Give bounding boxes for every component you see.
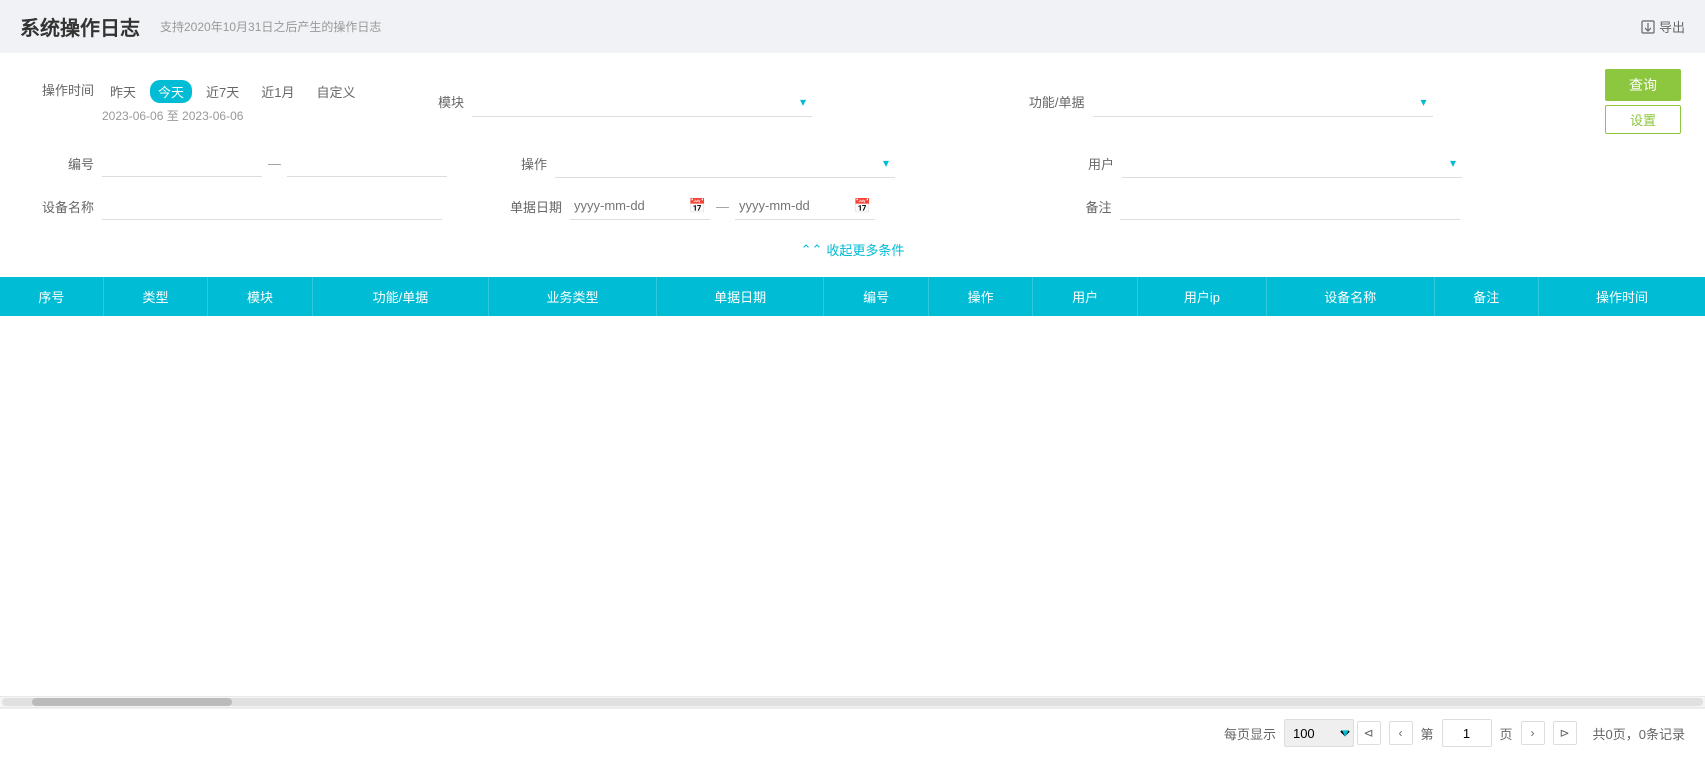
collapse-bar: ⌃⌃ 收起更多条件 [24, 234, 1681, 269]
page-header: 系统操作日志 支持2020年10月31日之后产生的操作日志 导出 [0, 0, 1705, 53]
scrollbar-area[interactable] [0, 696, 1705, 708]
device-input[interactable] [102, 192, 442, 220]
function-label: 功能/单据 [1015, 92, 1085, 111]
time-btn-custom[interactable]: 自定义 [309, 80, 364, 103]
scrollbar-thumb[interactable] [32, 698, 232, 706]
remark-label: 备注 [1042, 197, 1112, 216]
table-area: 序号 类型 模块 功能/单据 业务类型 单据日期 编号 操作 用户 用户ip 设… [0, 277, 1705, 696]
function-dropdown: ▾ [1093, 87, 1433, 117]
col-seq: 序号 [0, 277, 103, 316]
col-user: 用户 [1033, 277, 1137, 316]
module-dropdown: ▾ [472, 87, 812, 117]
page-label: 第 [1421, 724, 1434, 743]
col-remark: 备注 [1434, 277, 1538, 316]
time-buttons: 昨天 今天 近7天 近1月 自定义 [102, 80, 364, 103]
operation-dropdown: ▾ [555, 148, 895, 178]
table-header: 序号 类型 模块 功能/单据 业务类型 单据日期 编号 操作 用户 用户ip 设… [0, 277, 1705, 316]
page-title: 系统操作日志 [20, 12, 140, 41]
user-dropdown: ▾ [1122, 148, 1462, 178]
calendar-end-icon[interactable]: 📅 [854, 198, 871, 215]
date-range: 📅 — 📅 [570, 192, 875, 220]
time-label: 操作时间 [24, 80, 94, 99]
time-btn-today[interactable]: 今天 [150, 80, 192, 103]
col-number: 编号 [824, 277, 928, 316]
user-label: 用户 [1044, 154, 1114, 173]
time-filter-group: 昨天 今天 近7天 近1月 自定义 2023-06-06 至 2023-06-0… [102, 80, 364, 124]
col-device: 设备名称 [1266, 277, 1434, 316]
time-btn-7days[interactable]: 近7天 [198, 80, 247, 103]
last-page-button[interactable]: ⊳ [1553, 721, 1577, 745]
query-button[interactable]: 查询 [1605, 69, 1681, 101]
export-label: 导出 [1659, 17, 1685, 36]
module-label: 模块 [424, 92, 464, 111]
first-page-button[interactable]: ⊲ [1357, 721, 1381, 745]
user-select[interactable] [1122, 148, 1462, 178]
scrollbar-track[interactable] [2, 698, 1703, 706]
function-select[interactable] [1093, 87, 1433, 117]
prev-page-button[interactable]: ‹ [1389, 721, 1413, 745]
empty-area [0, 316, 1705, 696]
number-range: — [102, 149, 447, 177]
time-btn-yesterday[interactable]: 昨天 [102, 80, 144, 103]
time-btn-1month[interactable]: 近1月 [253, 80, 302, 103]
col-operation: 操作 [928, 277, 1032, 316]
date-start-wrapper: 📅 [570, 192, 710, 220]
operation-select[interactable] [555, 148, 895, 178]
collapse-label: 收起更多条件 [826, 240, 904, 259]
col-type: 类型 [103, 277, 207, 316]
filter-area: 操作时间 昨天 今天 近7天 近1月 自定义 2023-06-06 至 2023… [0, 53, 1705, 277]
date-end-wrapper: 📅 [735, 192, 875, 220]
module-select[interactable] [472, 87, 812, 117]
export-button[interactable]: 导出 [1641, 17, 1685, 36]
col-user-ip: 用户ip [1137, 277, 1266, 316]
export-icon [1641, 20, 1655, 34]
header-left: 系统操作日志 支持2020年10月31日之后产生的操作日志 [20, 12, 381, 41]
number-range-dash: — [268, 156, 281, 171]
number-label: 编号 [24, 154, 94, 173]
next-page-button[interactable]: › [1521, 721, 1545, 745]
calendar-start-icon[interactable]: 📅 [689, 198, 706, 215]
time-range-text: 2023-06-06 至 2023-06-06 [102, 107, 364, 124]
remark-input[interactable] [1120, 192, 1460, 220]
collapse-chevron-icon: ⌃⌃ [801, 242, 823, 258]
operation-label: 操作 [507, 154, 547, 173]
per-page-label: 每页显示 [1224, 724, 1276, 743]
data-table: 序号 类型 模块 功能/单据 业务类型 单据日期 编号 操作 用户 用户ip 设… [0, 277, 1705, 316]
page-subtitle: 支持2020年10月31日之后产生的操作日志 [160, 18, 381, 35]
col-biz-type: 业务类型 [489, 277, 657, 316]
filter-row-2: 编号 — 操作 ▾ 用户 [24, 148, 1681, 178]
col-module: 模块 [208, 277, 312, 316]
device-label: 设备名称 [24, 197, 94, 216]
page-unit: 页 [1500, 724, 1513, 743]
doc-date-label: 单据日期 [502, 197, 562, 216]
col-op-time: 操作时间 [1539, 277, 1705, 316]
action-buttons: 查询 设置 [1605, 69, 1681, 134]
date-range-dash: — [716, 199, 729, 214]
pagination-bar: 每页显示 100 50 200 ▾ ⊲ ‹ 第 页 › ⊳ 共0页，0条记录 [0, 708, 1705, 757]
total-info: 共0页，0条记录 [1593, 724, 1685, 743]
number-end-input[interactable] [287, 149, 447, 177]
col-function: 功能/单据 [312, 277, 488, 316]
number-start-input[interactable] [102, 149, 262, 177]
collapse-button[interactable]: ⌃⌃ 收起更多条件 [801, 240, 905, 259]
filter-row-1: 操作时间 昨天 今天 近7天 近1月 自定义 2023-06-06 至 2023… [24, 69, 1681, 134]
filter-row-3: 设备名称 单据日期 📅 — 📅 [24, 192, 1681, 220]
col-doc-date: 单据日期 [656, 277, 824, 316]
settings-button[interactable]: 设置 [1605, 105, 1681, 134]
